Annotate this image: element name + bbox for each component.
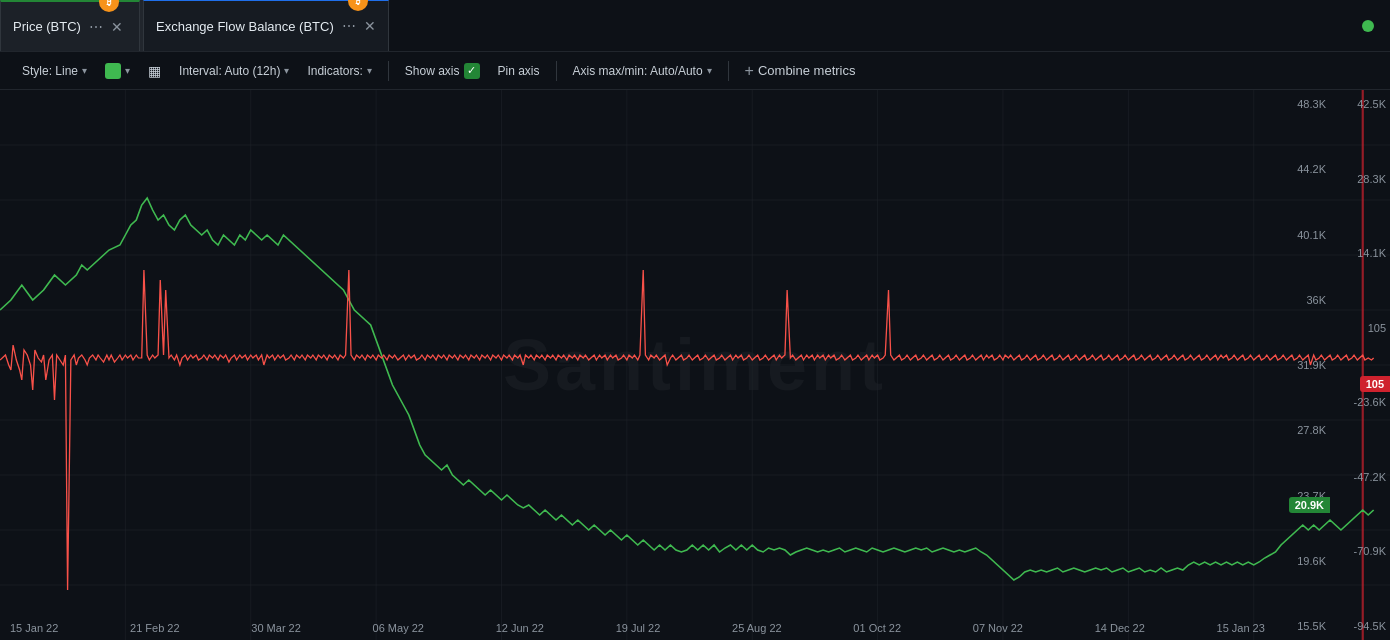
axis-maxmin-selector[interactable]: Axis max/min: Auto/Auto ▾ (567, 61, 718, 81)
axis-maxmin-label: Axis max/min: Auto/Auto (573, 64, 703, 78)
interval-label: Interval: Auto (12h) (179, 64, 280, 78)
top-bar: ₿ Price (BTC) ⋯ ✕ ₿ Exchange Flow Balanc… (0, 0, 1390, 52)
pin-axis-label: Pin axis (498, 64, 540, 78)
chart-type-icon: ▦ (148, 63, 161, 79)
chart-type-selector[interactable]: ▦ (142, 60, 167, 82)
color-swatch-icon (105, 63, 121, 79)
tab-exchange-label: Exchange Flow Balance (BTC) (156, 19, 334, 34)
exchange-value-badge: 20.9K (1289, 497, 1330, 513)
tab-price-label: Price (BTC) (13, 19, 81, 34)
exchange-flow-line (0, 270, 1374, 590)
chart-svg (0, 90, 1390, 640)
color-picker[interactable]: ▾ (99, 60, 136, 82)
tab-exchange-close-icon[interactable]: ✕ (364, 18, 376, 34)
separator-1 (388, 61, 389, 81)
price-value-badge: 105 (1360, 376, 1390, 392)
show-axis-label: Show axis (405, 64, 460, 78)
chart-area: Santiment (0, 90, 1390, 640)
plus-icon: + (745, 62, 754, 80)
indicators-chevron: ▾ (367, 65, 372, 76)
style-label: Style: Line (22, 64, 78, 78)
price-line (0, 198, 1374, 580)
tab-exchange-menu-icon[interactable]: ⋯ (342, 18, 356, 34)
status-dot (1362, 20, 1374, 32)
grid-lines (0, 90, 1390, 640)
status-container (1362, 0, 1390, 51)
separator-2 (556, 61, 557, 81)
interval-selector[interactable]: Interval: Auto (12h) ▾ (173, 61, 295, 81)
indicators-label: Indicators: (307, 64, 362, 78)
style-chevron: ▾ (82, 65, 87, 76)
combine-metrics-label: Combine metrics (758, 63, 856, 78)
toolbar: Style: Line ▾ ▾ ▦ Interval: Auto (12h) ▾… (0, 52, 1390, 90)
color-chevron: ▾ (125, 65, 130, 76)
interval-chevron: ▾ (284, 65, 289, 76)
show-axis-control[interactable]: Show axis ✓ (399, 60, 486, 82)
btc-badge-exchange: ₿ (348, 0, 368, 11)
separator-3 (728, 61, 729, 81)
style-selector[interactable]: Style: Line ▾ (16, 61, 93, 81)
show-axis-checkbox[interactable]: ✓ (464, 63, 480, 79)
pin-axis-control[interactable]: Pin axis (492, 61, 546, 81)
tab-price[interactable]: ₿ Price (BTC) ⋯ ✕ (0, 0, 140, 51)
btc-badge-price: ₿ (99, 0, 119, 12)
axis-maxmin-chevron: ▾ (707, 65, 712, 76)
indicators-selector[interactable]: Indicators: ▾ (301, 61, 377, 81)
combine-metrics-button[interactable]: + Combine metrics (739, 59, 862, 83)
tab-exchange-flow[interactable]: ₿ Exchange Flow Balance (BTC) ⋯ ✕ (143, 0, 389, 51)
tab-price-menu-icon[interactable]: ⋯ (89, 19, 103, 35)
tab-price-close-icon[interactable]: ✕ (111, 19, 123, 35)
